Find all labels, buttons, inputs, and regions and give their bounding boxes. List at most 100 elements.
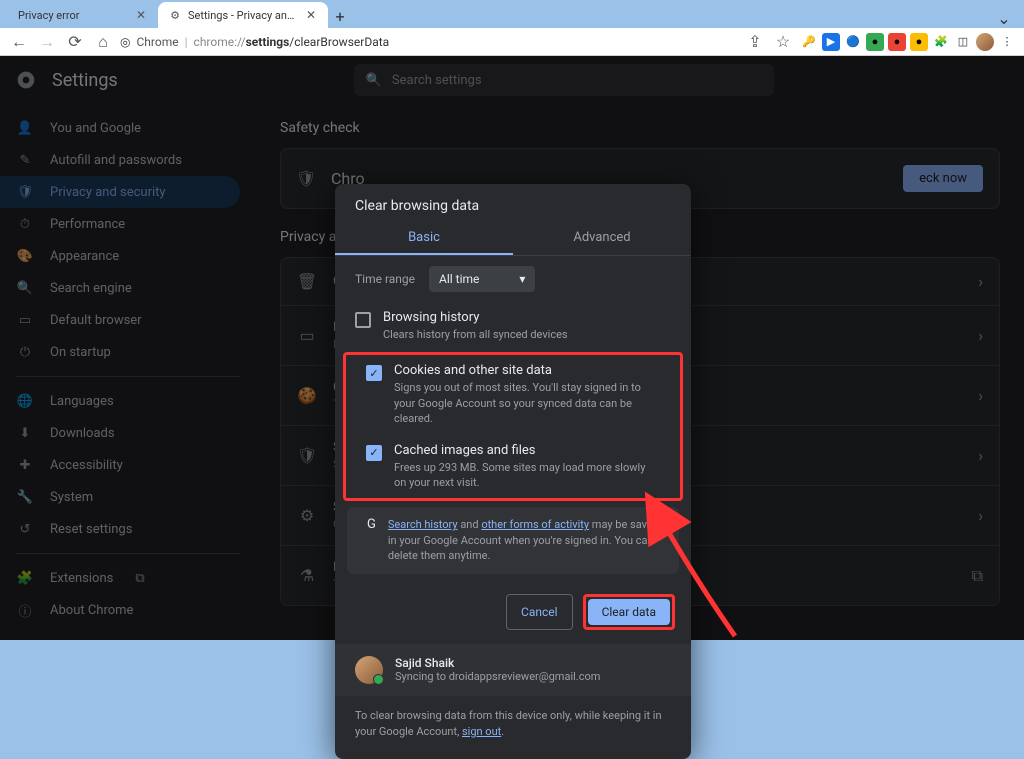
extension-icon[interactable]: ●	[910, 33, 928, 51]
sidebar-item-autofill[interactable]: ✎Autofill and passwords	[0, 144, 240, 176]
globe-icon: 🌐	[16, 392, 34, 410]
sidebar-item-downloads[interactable]: ⬇Downloads	[0, 417, 240, 449]
chevron-right-icon: ›	[978, 326, 983, 345]
settings-page: Settings 🔍 Search settings 👤You and Goog…	[0, 56, 1024, 640]
sidebar-item-appearance[interactable]: 🎨Appearance	[0, 240, 240, 272]
flask-icon: ⚗	[297, 566, 317, 585]
share-icon[interactable]: ⇪	[744, 31, 766, 53]
tab-strip: Privacy error ✕ ⚙ Settings - Privacy and…	[0, 0, 1024, 28]
bookmark-icon[interactable]: ☆	[772, 31, 794, 53]
chrome-label: Chrome	[136, 35, 178, 49]
cookie-icon: 🍪	[297, 386, 317, 405]
sync-email: Syncing to droidappsreviewer@gmail.com	[395, 670, 600, 683]
checkbox-cached[interactable]: ✓ Cached images and filesFrees up 293 MB…	[346, 435, 680, 499]
checkbox-cookies[interactable]: ✓ Cookies and other site dataSigns you o…	[346, 355, 680, 434]
palette-icon: 🎨	[16, 247, 34, 265]
external-icon: ⧉	[972, 566, 983, 586]
side-panel-icon[interactable]: ◫	[954, 33, 972, 51]
extension-icon[interactable]: ●	[866, 33, 884, 51]
download-icon: ⬇	[16, 424, 34, 442]
tab-title: Privacy error	[18, 9, 128, 22]
search-settings-input[interactable]: 🔍 Search settings	[354, 64, 774, 96]
checkbox[interactable]: ✓	[366, 365, 382, 381]
sidebar-item-system[interactable]: 🔧System	[0, 481, 240, 513]
other-activity-link[interactable]: other forms of activity	[481, 518, 589, 531]
checkbox[interactable]	[355, 312, 371, 328]
chevron-right-icon: ›	[978, 446, 983, 465]
time-range-row: Time range All time ▾	[335, 256, 691, 302]
chrome-icon: ◎	[120, 35, 130, 49]
close-icon[interactable]: ✕	[304, 8, 318, 22]
extension-icon[interactable]: 🔑	[800, 33, 818, 51]
sidebar-item-extensions[interactable]: 🧩Extensions⧉	[0, 562, 240, 594]
extension-icon[interactable]: ●	[888, 33, 906, 51]
checkbox[interactable]: ✓	[366, 445, 382, 461]
browser-toolbar: ← → ⟳ ⌂ ◎ Chrome | chrome://settings/cle…	[0, 28, 1024, 56]
cancel-button[interactable]: Cancel	[506, 594, 573, 630]
sidebar-item-about[interactable]: ⓘAbout Chrome	[0, 594, 240, 626]
back-button[interactable]: ←	[8, 31, 30, 53]
chevron-down-icon[interactable]: ⌄	[994, 8, 1014, 28]
annotation-highlight: ✓ Cookies and other site dataSigns you o…	[343, 352, 683, 501]
close-icon[interactable]: ✕	[134, 8, 148, 22]
chrome-logo-icon	[16, 70, 36, 90]
extensions-icon[interactable]: 🧩	[932, 33, 950, 51]
dialog-tabs: Basic Advanced	[335, 222, 691, 256]
sign-out-link[interactable]: sign out	[462, 725, 501, 738]
menu-icon[interactable]: ⋮	[998, 33, 1016, 51]
sidebar-item-reset[interactable]: ↺Reset settings	[0, 513, 240, 545]
info-icon: ⓘ	[16, 601, 34, 619]
profile-avatar[interactable]	[976, 33, 994, 51]
sidebar-item-privacy[interactable]: 🛡Privacy and security	[0, 176, 240, 208]
chevron-right-icon: ›	[978, 386, 983, 405]
divider	[16, 376, 240, 377]
new-tab-button[interactable]: +	[328, 4, 352, 28]
extension-icon[interactable]: ▶	[822, 33, 840, 51]
tab-advanced[interactable]: Advanced	[513, 222, 691, 255]
time-range-select[interactable]: All time ▾	[429, 266, 535, 292]
browser-tab-0[interactable]: Privacy error ✕	[8, 2, 158, 28]
tab-title: Settings - Privacy and security	[188, 9, 298, 22]
sidebar-item-you-and-google[interactable]: 👤You and Google	[0, 112, 240, 144]
sidebar-item-accessibility[interactable]: ✚Accessibility	[0, 449, 240, 481]
toggle-icon: ▭	[297, 326, 317, 345]
clear-data-button[interactable]: Clear data	[588, 599, 670, 625]
extension-icon[interactable]: 🔵	[844, 33, 862, 51]
address-bar[interactable]: ◎ Chrome | chrome://settings/clearBrowse…	[120, 31, 738, 53]
tab-basic[interactable]: Basic	[335, 222, 513, 255]
settings-sidebar: 👤You and Google ✎Autofill and passwords …	[0, 104, 256, 640]
chevron-right-icon: ›	[978, 506, 983, 525]
trash-icon: 🗑	[297, 272, 317, 291]
sidebar-item-on-startup[interactable]: ⏻On startup	[0, 336, 240, 368]
search-placeholder: Search settings	[392, 73, 482, 88]
wrench-icon: 🔧	[16, 488, 34, 506]
sidebar-item-languages[interactable]: 🌐Languages	[0, 385, 240, 417]
browser-icon: ▭	[16, 311, 34, 329]
avatar	[355, 656, 383, 684]
section-safety-check: Safety check	[280, 120, 1000, 136]
autofill-icon: ✎	[16, 151, 34, 169]
dialog-footer-note: To clear browsing data from this device …	[335, 696, 691, 759]
accessibility-icon: ✚	[16, 456, 34, 474]
browser-tab-1[interactable]: ⚙ Settings - Privacy and security ✕	[158, 2, 328, 28]
annotation-highlight: Clear data	[583, 594, 675, 630]
search-history-link[interactable]: Search history	[388, 518, 458, 531]
sidebar-item-performance[interactable]: ⏱Performance	[0, 208, 240, 240]
settings-icon: ⚙	[168, 8, 182, 22]
check-now-button[interactable]: eck now	[903, 165, 983, 192]
person-icon: 👤	[16, 119, 34, 137]
google-activity-note: G Search history and other forms of acti…	[347, 507, 679, 573]
sliders-icon: ⚙	[297, 506, 317, 525]
reload-button[interactable]: ⟳	[64, 31, 86, 53]
sidebar-item-search-engine[interactable]: 🔍Search engine	[0, 272, 240, 304]
settings-header: Settings 🔍 Search settings	[0, 56, 1024, 104]
forward-button[interactable]: →	[36, 31, 58, 53]
reset-icon: ↺	[16, 520, 34, 538]
shield-icon: 🛡	[297, 446, 317, 465]
extension-icons: 🔑 ▶ 🔵 ● ● ● 🧩 ◫ ⋮	[800, 33, 1016, 51]
home-button[interactable]: ⌂	[92, 31, 114, 53]
sidebar-item-default-browser[interactable]: ▭Default browser	[0, 304, 240, 336]
checkbox-browsing-history[interactable]: Browsing historyClears history from all …	[335, 302, 691, 350]
sync-account-row: Sajid Shaik Syncing to droidappsreviewer…	[335, 644, 691, 696]
google-icon: G	[367, 517, 376, 532]
